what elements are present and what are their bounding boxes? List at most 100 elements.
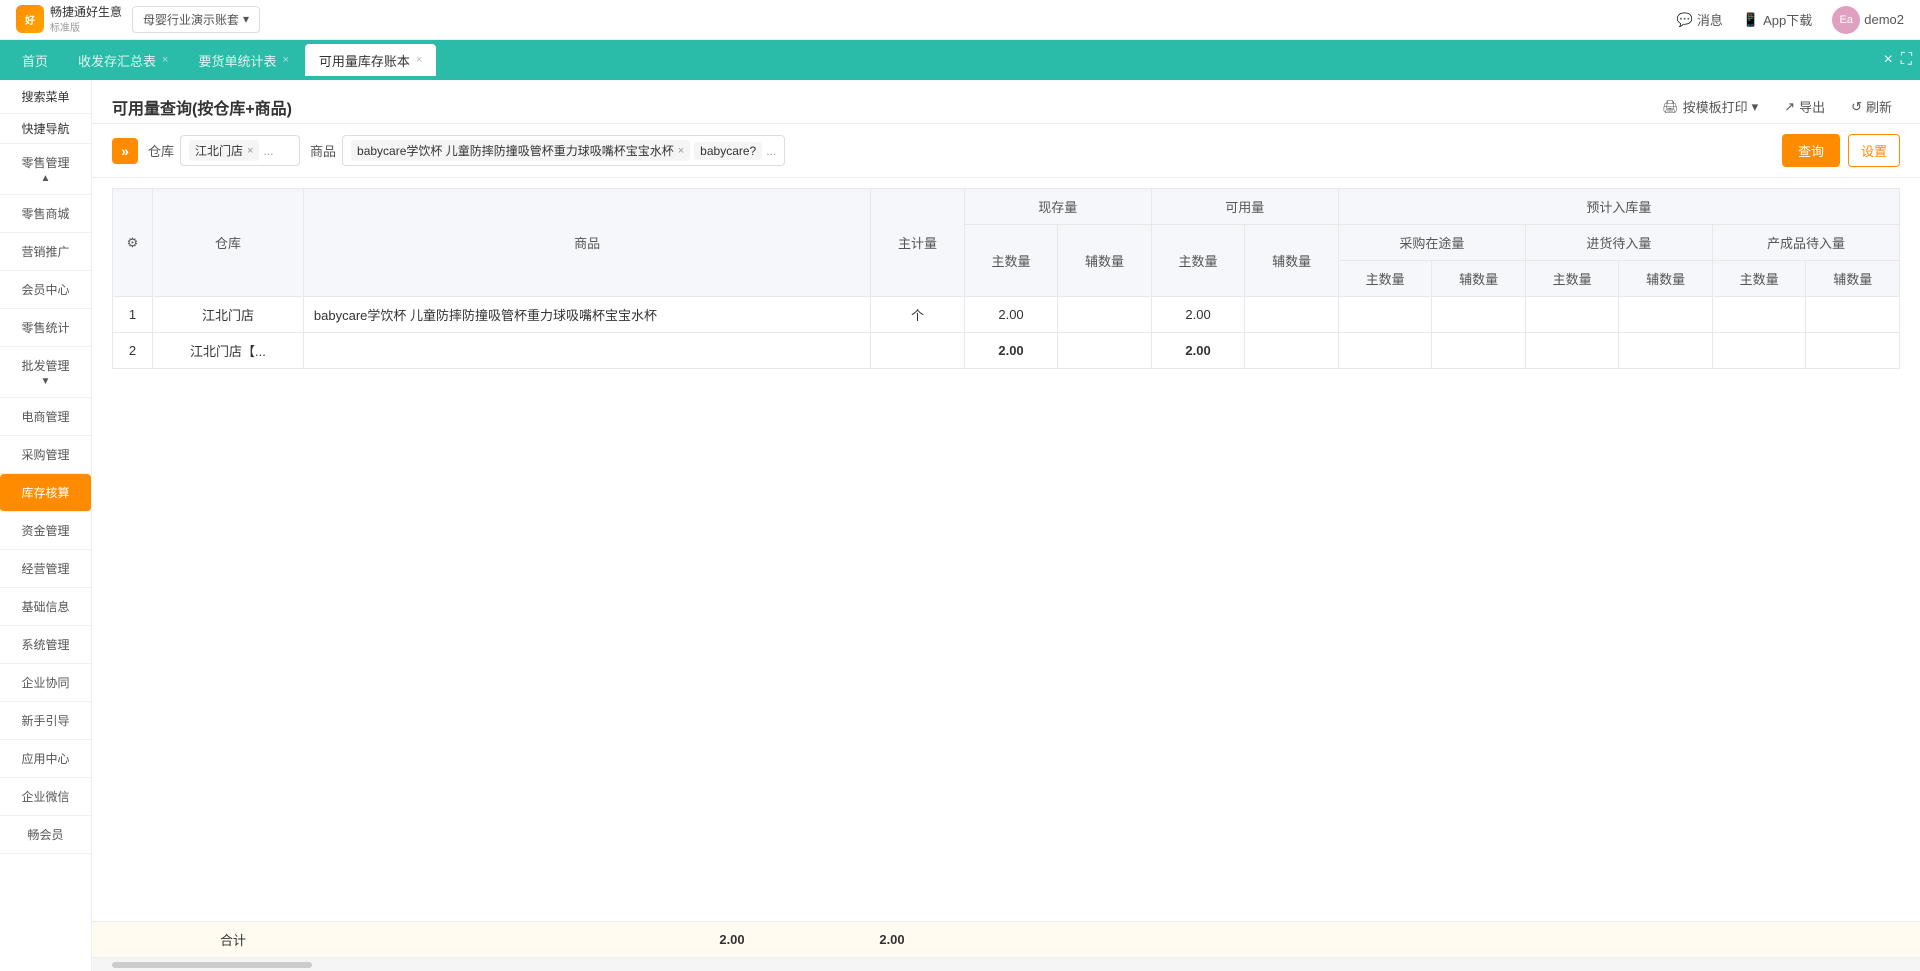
tab-home[interactable]: 首页 <box>8 44 62 76</box>
warehouse-input[interactable]: 江北门店 × ... <box>180 135 300 166</box>
row-product-2 <box>303 333 870 369</box>
summary-available-main: 2.00 <box>852 932 932 947</box>
sidebar-item-marketing[interactable]: 营销推广 <box>0 233 91 271</box>
logo-symbol: 好 <box>25 12 35 27</box>
row-pt-main-2 <box>1338 333 1432 369</box>
th-incoming-pending-main: 主数量 <box>1525 261 1619 297</box>
sidebar-item-app-center[interactable]: 应用中心 <box>0 740 91 778</box>
row-unit-2 <box>871 333 965 369</box>
filter-toggle-btn[interactable]: » <box>112 138 138 164</box>
industry-selector[interactable]: 母婴行业演示账套 ▾ <box>132 6 260 33</box>
app-download-btn[interactable]: 📱 App下载 <box>1743 10 1812 29</box>
sidebar-item-purchase-mgmt[interactable]: 采购管理 <box>0 436 91 474</box>
sidebar-item-ops-mgmt[interactable]: 经营管理 <box>0 550 91 588</box>
print-label: 按模板打印 <box>1683 97 1748 116</box>
fullscreen-btn[interactable]: ⛶ <box>1901 51 1912 69</box>
logo-text-area: 畅捷通好生意 标准版 <box>50 5 122 34</box>
th-current-aux-qty: 辅数量 <box>1058 225 1152 297</box>
chevron-down-print-icon: ▾ <box>1752 99 1759 115</box>
sidebar-item-enterprise-wechat[interactable]: 企业微信 <box>0 778 91 816</box>
row-ip-main-1 <box>1525 297 1619 333</box>
logo-sub-text: 标准版 <box>50 19 122 34</box>
th-purchase-transit-main: 主数量 <box>1338 261 1432 297</box>
th-production-pending-aux: 辅数量 <box>1806 261 1900 297</box>
enterprise-wechat-label: 企业微信 <box>21 788 69 805</box>
tab-order-stats[interactable]: 要货单统计表 × <box>184 44 302 76</box>
warehouse-tag-remove[interactable]: × <box>247 145 253 157</box>
filter-area: » 仓库 江北门店 × ... 商品 babycare学饮杯 儿童防摔防撞吸管杯… <box>92 124 1920 178</box>
tab-available-ledger-label: 可用量库存账本 <box>319 51 410 70</box>
retail-mall-label: 零售商城 <box>21 205 69 222</box>
sidebar-item-vip-member[interactable]: 畅会员 <box>0 816 91 854</box>
sidebar-item-retail-mall[interactable]: 零售商城 <box>0 195 91 233</box>
sidebar-item-inventory-check[interactable]: 库存核算 <box>0 474 91 512</box>
row-num-2: 2 <box>113 333 153 369</box>
ops-mgmt-label: 经营管理 <box>21 560 69 577</box>
summary-bar: 合计 2.00 2.00 <box>92 921 1920 957</box>
sidebar-item-basic-info[interactable]: 基础信息 <box>0 588 91 626</box>
sidebar-item-system-mgmt[interactable]: 系统管理 <box>0 626 91 664</box>
sidebar-item-retail-mgmt[interactable]: 零售管理 ▲ <box>0 144 91 195</box>
th-gear[interactable]: ⚙ <box>113 189 153 297</box>
row-current-main-1: 2.00 <box>964 297 1058 333</box>
setting-btn[interactable]: 设置 <box>1848 134 1900 167</box>
product-tag-1: babycare学饮杯 儿童防摔防撞吸管杯重力球吸嘴杯宝宝水杯 × <box>351 140 690 161</box>
sidebar-quick-nav[interactable]: 快捷导航 <box>0 114 91 144</box>
export-btn[interactable]: ↗ 导出 <box>1776 93 1833 120</box>
row-pt-aux-1 <box>1432 297 1526 333</box>
tab-available-ledger[interactable]: 可用量库存账本 × <box>305 44 436 76</box>
sidebar-item-ecommerce-mgmt[interactable]: 电商管理 <box>0 398 91 436</box>
sidebar-item-member-center[interactable]: 会员中心 <box>0 271 91 309</box>
export-label: 导出 <box>1799 97 1825 116</box>
tab-available-ledger-close[interactable]: × <box>416 54 422 66</box>
chevron-icon-wholesale: ▼ <box>41 376 51 387</box>
th-current-main-qty: 主数量 <box>964 225 1058 297</box>
refresh-btn[interactable]: ↺ 刷新 <box>1843 93 1900 120</box>
product-tag-1-remove[interactable]: × <box>678 145 684 157</box>
table-row: 1 江北门店 babycare学饮杯 儿童防摔防撞吸管杯重力球吸嘴杯宝宝水杯 个… <box>113 297 1900 333</box>
sidebar-item-finance-mgmt[interactable]: 资金管理 <box>0 512 91 550</box>
logo-area: 好 畅捷通好生意 标准版 <box>16 5 122 34</box>
basic-info-label: 基础信息 <box>21 598 69 615</box>
th-incoming-pending: 进货待入量 <box>1525 225 1712 261</box>
search-label: 搜索菜单 <box>21 90 69 104</box>
marketing-label: 营销推广 <box>21 243 69 260</box>
sidebar-item-wholesale-mgmt[interactable]: 批发管理 ▼ <box>0 347 91 398</box>
scroll-thumb[interactable] <box>112 962 312 968</box>
row-ip-main-2 <box>1525 333 1619 369</box>
sidebar: 搜索菜单 快捷导航 零售管理 ▲ 零售商城 营销推广 会员中心 零售统计 批发管… <box>0 80 92 971</box>
row-pp-aux-2 <box>1806 333 1900 369</box>
sidebar-search[interactable]: 搜索菜单 <box>0 80 91 114</box>
sidebar-item-new-guide[interactable]: 新手引导 <box>0 702 91 740</box>
product-tag-1-value: babycare学饮杯 儿童防摔防撞吸管杯重力球吸嘴杯宝宝水杯 <box>357 142 674 159</box>
refresh-label: 刷新 <box>1866 97 1892 116</box>
row-unit-1: 个 <box>871 297 965 333</box>
row-available-aux-1 <box>1245 297 1339 333</box>
warehouse-more-icon[interactable]: ... <box>263 144 273 158</box>
tab-order-stats-close[interactable]: × <box>282 54 288 66</box>
row-pp-main-2 <box>1712 333 1806 369</box>
product-more-icon[interactable]: ... <box>766 144 776 158</box>
row-pt-aux-2 <box>1432 333 1526 369</box>
user-name: demo2 <box>1864 12 1904 27</box>
print-template-btn[interactable]: 🖨 按模板打印 ▾ <box>1654 93 1766 120</box>
warehouse-tag: 江北门店 × <box>189 140 259 161</box>
gear-icon[interactable]: ⚙ <box>127 235 139 250</box>
avatar: Ea <box>1832 6 1860 34</box>
wholesale-mgmt-label: 批发管理 <box>21 357 69 374</box>
new-guide-label: 新手引导 <box>21 712 69 729</box>
tab-receive-summary-label: 收发存汇总表 <box>78 51 156 70</box>
product-tag-2-value: babycare? <box>700 144 756 158</box>
product-input[interactable]: babycare学饮杯 儿童防摔防撞吸管杯重力球吸嘴杯宝宝水杯 × babyca… <box>342 135 785 166</box>
message-btn[interactable]: 💬 消息 <box>1677 10 1723 29</box>
sidebar-item-enterprise-collab[interactable]: 企业协同 <box>0 664 91 702</box>
tab-receive-summary[interactable]: 收发存汇总表 × <box>64 44 182 76</box>
row-current-aux-1 <box>1058 297 1152 333</box>
th-current-stock: 现存量 <box>964 189 1151 225</box>
close-window-btn[interactable]: × <box>1883 51 1892 69</box>
tab-receive-summary-close[interactable]: × <box>162 54 168 66</box>
query-btn[interactable]: 查询 <box>1782 134 1840 167</box>
user-area[interactable]: Ea demo2 <box>1832 6 1904 34</box>
sidebar-item-retail-stats[interactable]: 零售统计 <box>0 309 91 347</box>
nav-tabs-bar-right: × ⛶ <box>1883 51 1912 69</box>
